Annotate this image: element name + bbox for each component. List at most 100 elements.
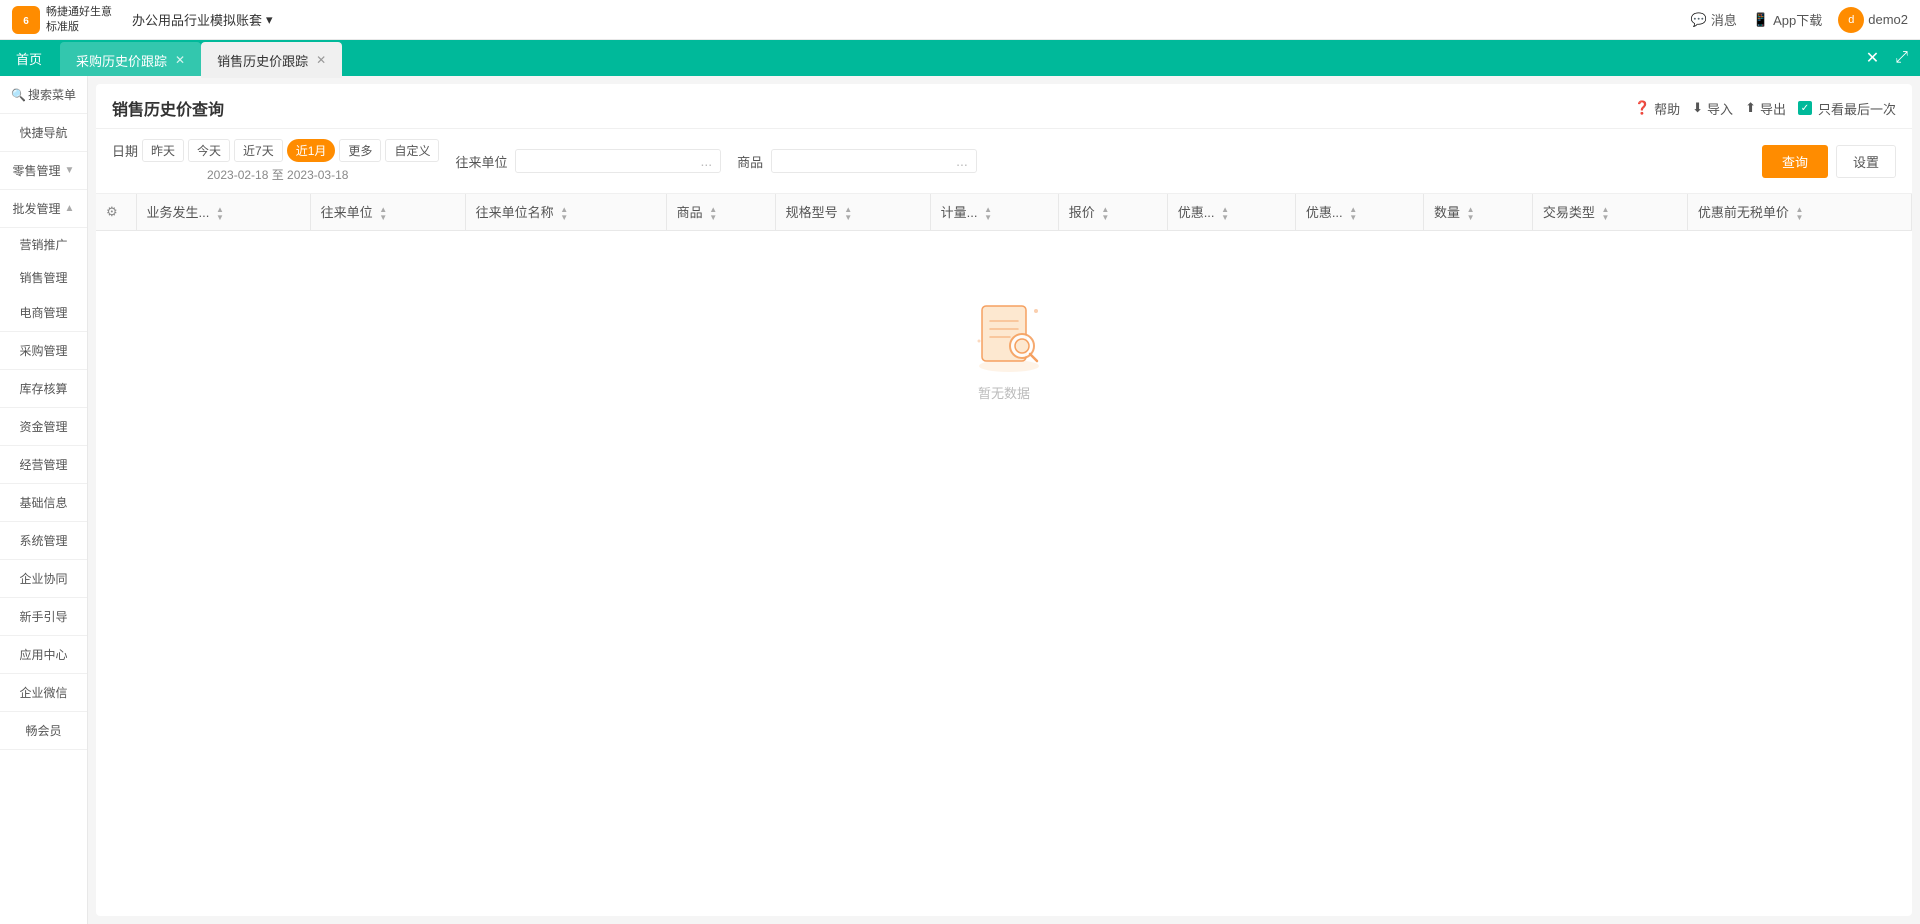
date-btn-7days[interactable]: 近7天 xyxy=(234,139,283,162)
tab-bar-actions: ✕ ⤢ xyxy=(1862,48,1920,68)
tab-close-purchase[interactable]: ✕ xyxy=(175,53,185,67)
only-last-checkbox-area[interactable]: ✓ 只看最后一次 xyxy=(1798,99,1896,118)
sidebar-item-wholesale[interactable]: 批发管理 ▲ xyxy=(0,190,87,228)
date-btn-more[interactable]: 更多 xyxy=(339,139,381,162)
sidebar-item-purchase[interactable]: 采购管理 xyxy=(0,332,87,370)
sort-icon[interactable]: ▲▼ xyxy=(709,206,717,222)
sidebar-item-finance[interactable]: 资金管理 xyxy=(0,408,87,446)
sort-icon[interactable]: ▲▼ xyxy=(1602,206,1610,222)
sidebar-item-retail[interactable]: 零售管理 ▼ xyxy=(0,152,87,190)
company-select[interactable]: 办公用品行业模拟账套 ▾ xyxy=(132,10,273,29)
date-range-display: 2023-02-18 至 2023-03-18 xyxy=(203,166,348,183)
sidebar-item-operations[interactable]: 经营管理 xyxy=(0,446,87,484)
date-buttons: 日期 昨天 今天 近7天 近1月 更多 自定义 xyxy=(112,139,439,162)
page-container: 销售历史价查询 ❓ 帮助 ⬇ 导入 ⬆ 导出 xyxy=(96,84,1912,916)
sidebar-label-app-center: 应用中心 xyxy=(19,646,67,663)
sort-icon[interactable]: ▲▼ xyxy=(379,206,387,222)
unit-dots-button[interactable]: ... xyxy=(700,153,712,169)
help-button[interactable]: ❓ 帮助 xyxy=(1634,99,1680,118)
sort-icon[interactable]: ▲▼ xyxy=(1221,206,1229,222)
data-table: ⚙ 业务发生... ▲▼ 往来单位 ▲▼ 往来单位名称 xyxy=(96,194,1912,231)
sidebar-label-members: 畅会员 xyxy=(25,722,61,739)
sidebar-label-system: 系统管理 xyxy=(19,532,67,549)
tab-close-sales[interactable]: ✕ xyxy=(316,53,326,67)
table-area: ⚙ 业务发生... ▲▼ 往来单位 ▲▼ 往来单位名称 xyxy=(96,194,1912,916)
th-trade-type: 交易类型 ▲▼ xyxy=(1532,194,1687,230)
th-unit: 计量... ▲▼ xyxy=(930,194,1058,230)
sidebar-item-ecommerce[interactable]: 电商管理 xyxy=(0,294,87,332)
tab-maximize-button[interactable]: ⤢ xyxy=(1891,49,1912,67)
user-menu[interactable]: d demo2 xyxy=(1838,7,1908,33)
date-btn-custom[interactable]: 自定义 xyxy=(385,139,439,162)
settings-icon[interactable]: ⚙ xyxy=(106,204,118,219)
only-last-checkbox[interactable]: ✓ xyxy=(1798,101,1812,115)
th-spec: 规格型号 ▲▼ xyxy=(775,194,930,230)
sort-icon[interactable]: ▲▼ xyxy=(1349,206,1357,222)
unit-input[interactable] xyxy=(524,154,700,169)
sidebar-label-basic-info: 基础信息 xyxy=(19,494,67,511)
sidebar-item-marketing[interactable]: 营销推广 xyxy=(0,228,87,261)
sidebar-item-basic-info[interactable]: 基础信息 xyxy=(0,484,87,522)
query-button[interactable]: 查询 xyxy=(1762,145,1828,178)
goods-dots-button[interactable]: ... xyxy=(956,153,968,169)
unit-input-wrapper: ... xyxy=(515,149,721,173)
sidebar-label-inventory: 库存核算 xyxy=(19,380,67,397)
th-discount2: 优惠... ▲▼ xyxy=(1295,194,1423,230)
sort-icon[interactable]: ▲▼ xyxy=(1796,206,1804,222)
sidebar-item-members[interactable]: 畅会员 xyxy=(0,712,87,750)
sort-icon[interactable]: ▲▼ xyxy=(844,206,852,222)
date-btn-yesterday[interactable]: 昨天 xyxy=(142,139,184,162)
page-header: 销售历史价查询 ❓ 帮助 ⬇ 导入 ⬆ 导出 xyxy=(96,84,1912,129)
sidebar-item-system[interactable]: 系统管理 xyxy=(0,522,87,560)
chevron-down-icon: ▾ xyxy=(266,12,273,28)
sidebar-label-retail: 零售管理 xyxy=(13,162,61,179)
top-bar: 6 畅捷通好生意 标准版 办公用品行业模拟账套 ▾ 💬 消息 📱 App下载 d… xyxy=(0,0,1920,40)
sort-icon[interactable]: ▲▼ xyxy=(1467,206,1475,222)
tab-sales-history[interactable]: 销售历史价跟踪 ✕ xyxy=(201,42,342,78)
th-quote-price: 报价 ▲▼ xyxy=(1058,194,1167,230)
checkmark-icon: ✓ xyxy=(1801,103,1809,114)
avatar: d xyxy=(1838,7,1864,33)
sidebar-item-quick-nav[interactable]: 快捷导航 xyxy=(0,114,87,152)
top-bar-left: 6 畅捷通好生意 标准版 办公用品行业模拟账套 ▾ xyxy=(12,5,273,34)
th-unit-code: 往来单位 ▲▼ xyxy=(310,194,465,230)
app-download-button[interactable]: 📱 App下载 xyxy=(1753,10,1822,29)
tab-close-all-button[interactable]: ✕ xyxy=(1862,48,1883,68)
sidebar-label-purchase: 采购管理 xyxy=(19,342,67,359)
goods-input[interactable] xyxy=(780,154,956,169)
sidebar-label-sales-mgmt: 销售管理 xyxy=(19,271,67,285)
sidebar-item-guide[interactable]: 新手引导 xyxy=(0,598,87,636)
export-button[interactable]: ⬆ 导出 xyxy=(1745,99,1786,118)
sidebar-item-inventory[interactable]: 库存核算 xyxy=(0,370,87,408)
date-range-text: 2023-02-18 至 2023-03-18 xyxy=(207,168,348,182)
unit-filter-group: 往来单位 ... xyxy=(455,149,721,173)
sort-icon[interactable]: ▲▼ xyxy=(560,206,568,222)
sidebar-label-finance: 资金管理 xyxy=(19,418,67,435)
goods-input-wrapper: ... xyxy=(771,149,977,173)
sort-icon[interactable]: ▲▼ xyxy=(984,206,992,222)
tab-home[interactable]: 首页 xyxy=(0,40,58,76)
sort-icon[interactable]: ▲▼ xyxy=(1101,206,1109,222)
sidebar-item-enterprise-wechat[interactable]: 企业微信 xyxy=(0,674,87,712)
sort-icon[interactable]: ▲▼ xyxy=(216,206,224,222)
import-button[interactable]: ⬇ 导入 xyxy=(1692,99,1733,118)
date-btn-today[interactable]: 今天 xyxy=(188,139,230,162)
unit-label: 往来单位 xyxy=(455,152,507,171)
sidebar-item-app-center[interactable]: 应用中心 xyxy=(0,636,87,674)
sidebar-item-search[interactable]: 🔍 搜索菜单 xyxy=(0,76,87,114)
th-discount1: 优惠... ▲▼ xyxy=(1167,194,1295,230)
th-goods: 商品 ▲▼ xyxy=(666,194,775,230)
message-button[interactable]: 💬 消息 xyxy=(1691,10,1737,29)
tab-purchase-history[interactable]: 采购历史价跟踪 ✕ xyxy=(60,42,201,78)
sidebar-label-guide: 新手引导 xyxy=(19,608,67,625)
sidebar-item-cooperation[interactable]: 企业协同 xyxy=(0,560,87,598)
sidebar-label-enterprise-wechat: 企业微信 xyxy=(19,684,67,701)
content-area: 销售历史价查询 ❓ 帮助 ⬇ 导入 ⬆ 导出 xyxy=(88,76,1920,924)
main-layout: 🔍 搜索菜单 快捷导航 零售管理 ▼ 批发管理 ▲ 营销推广 销售管理 电商管理… xyxy=(0,76,1920,924)
logo-area: 6 畅捷通好生意 标准版 xyxy=(12,5,112,34)
filter-settings-button[interactable]: 设置 xyxy=(1836,145,1896,178)
top-bar-right: 💬 消息 📱 App下载 d demo2 xyxy=(1691,7,1908,33)
date-btn-1month[interactable]: 近1月 xyxy=(287,139,336,162)
empty-text: 暂无数据 xyxy=(978,383,1030,402)
sidebar-item-sales-mgmt[interactable]: 销售管理 xyxy=(0,261,87,294)
